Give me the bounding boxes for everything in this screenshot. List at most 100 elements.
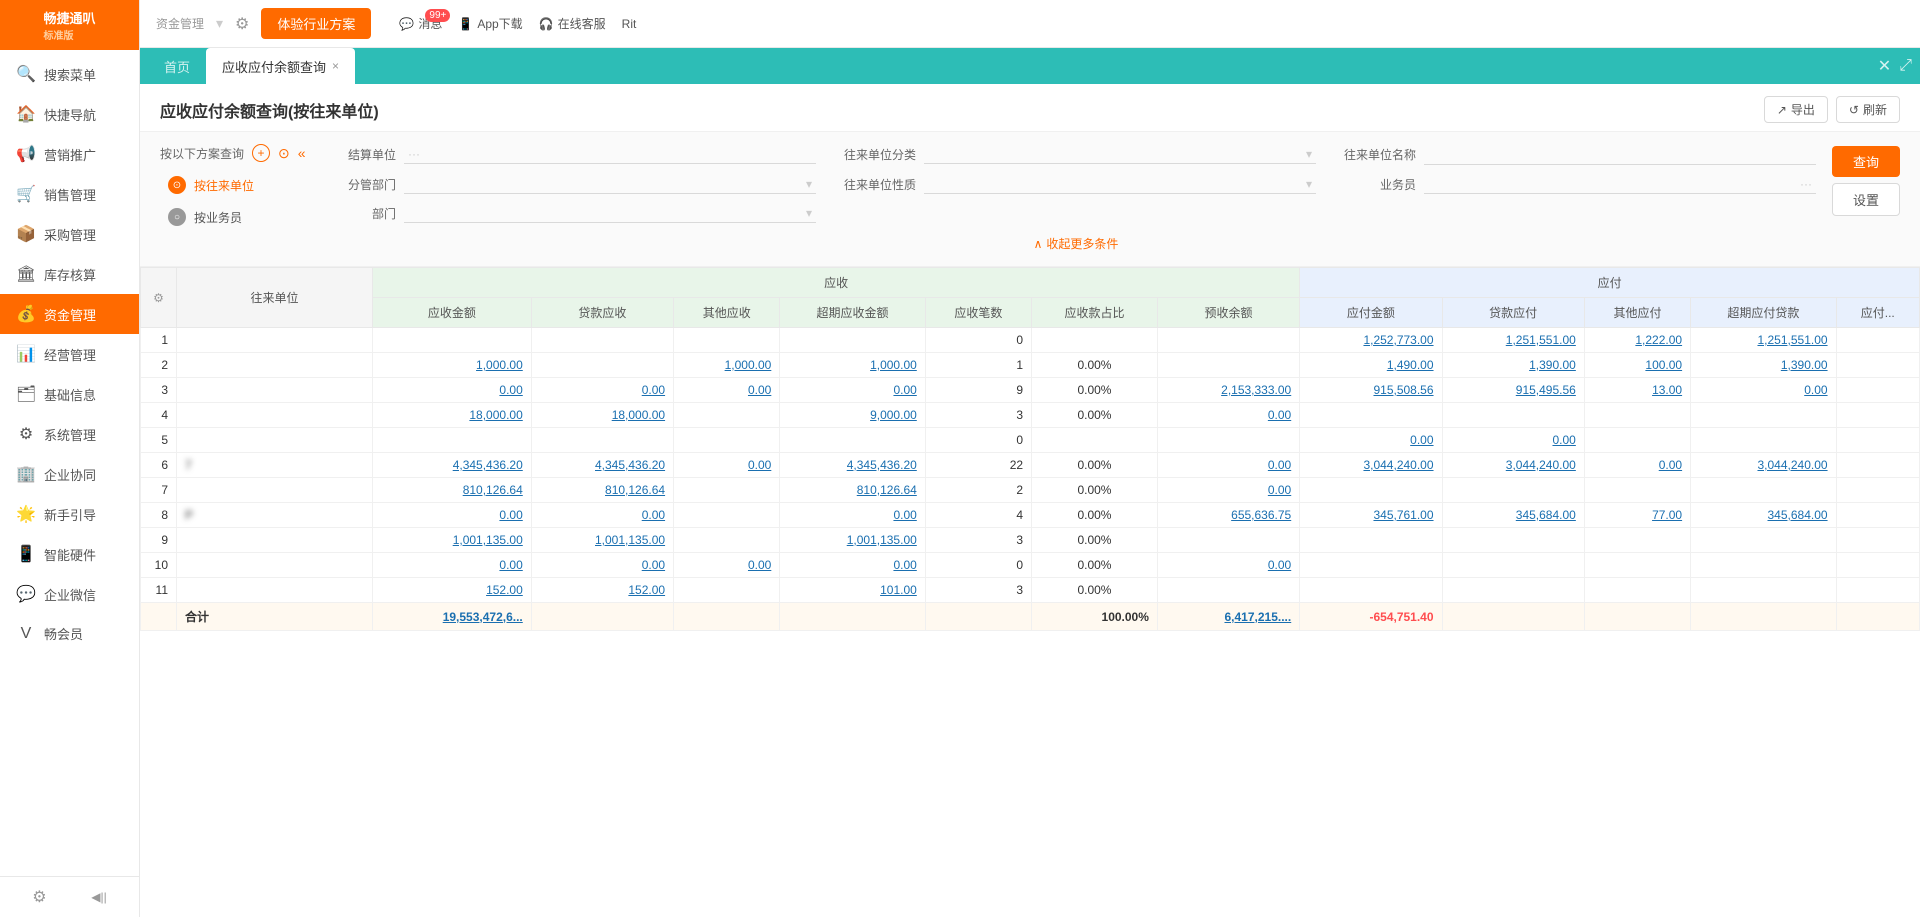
topbar-app-download[interactable]: 📱 App下载 — [458, 15, 522, 32]
table-cell[interactable]: 345,684.00 — [1442, 503, 1584, 528]
table-cell[interactable]: 0.00 — [1584, 453, 1690, 478]
table-cell[interactable]: 152.00 — [531, 578, 673, 603]
topbar-dropdown-icon[interactable]: ▾ — [216, 15, 223, 32]
table-cell[interactable]: 0.00 — [1157, 553, 1299, 578]
table-cell[interactable]: 9,000.00 — [780, 403, 925, 428]
sidebar-item-sales[interactable]: 🛒销售管理 — [0, 174, 139, 214]
table-cell[interactable]: 0.00 — [780, 378, 925, 403]
table-cell[interactable]: 18,000.00 — [373, 403, 532, 428]
table-cell[interactable]: 1,222.00 — [1584, 328, 1690, 353]
sidebar-item-wechat[interactable]: 💬企业微信 — [0, 574, 139, 614]
table-cell[interactable]: 1,390.00 — [1442, 353, 1584, 378]
table-cell[interactable]: 0.00 — [780, 503, 925, 528]
table-cell[interactable]: 101.00 — [780, 578, 925, 603]
footer-cell[interactable]: 100.00% — [1032, 603, 1158, 631]
sidebar-item-inventory[interactable]: 🏛库存核算 — [0, 254, 139, 294]
table-cell[interactable]: 0.00 — [1157, 403, 1299, 428]
table-cell[interactable]: 0.00 — [1157, 453, 1299, 478]
tab-query-close[interactable]: × — [332, 59, 339, 73]
table-cell[interactable]: 810,126.64 — [780, 478, 925, 503]
table-cell[interactable]: 0.00 — [1157, 478, 1299, 503]
sidebar-item-marketing[interactable]: 📢营销推广 — [0, 134, 139, 174]
topbar-user[interactable]: Rit — [622, 17, 637, 31]
filter-nature-input[interactable]: ▾ — [924, 175, 1316, 194]
tabbar-expand-icon[interactable]: ⤢ — [1899, 57, 1912, 75]
filter-dept-input[interactable]: ▾ — [404, 175, 816, 194]
sidebar-item-search[interactable]: 🔍搜索菜单 — [0, 54, 139, 94]
refresh-button[interactable]: ↺ 刷新 — [1836, 96, 1900, 123]
settings-button[interactable]: 设置 — [1832, 183, 1900, 216]
filter-collapse-icon[interactable]: « — [298, 145, 306, 161]
query-type-by-staff[interactable]: ○ 按业务员 — [160, 204, 320, 230]
sidebar-item-member[interactable]: V畅会员 — [0, 614, 139, 653]
table-cell[interactable]: 1,390.00 — [1691, 353, 1836, 378]
filter-salesperson-input[interactable]: ··· — [1424, 175, 1816, 194]
table-cell[interactable]: 1,251,551.00 — [1442, 328, 1584, 353]
tabbar-close-icon[interactable]: ✕ — [1878, 56, 1891, 76]
sidebar-item-system[interactable]: ⚙系统管理 — [0, 414, 139, 454]
table-cell[interactable]: 915,508.56 — [1300, 378, 1442, 403]
sidebar-item-hardware[interactable]: 📱智能硬件 — [0, 534, 139, 574]
table-cell[interactable]: 1,251,551.00 — [1691, 328, 1836, 353]
table-cell[interactable]: 0.00 — [373, 553, 532, 578]
table-cell[interactable]: 1,000.00 — [780, 353, 925, 378]
table-cell[interactable]: 1,001,135.00 — [531, 528, 673, 553]
table-cell[interactable]: 4,345,436.20 — [531, 453, 673, 478]
table-cell[interactable]: 3,044,240.00 — [1300, 453, 1442, 478]
th-settings[interactable]: ⚙ — [141, 268, 177, 328]
table-cell[interactable]: 345,761.00 — [1300, 503, 1442, 528]
topbar-service[interactable]: 🎧 在线客服 — [539, 15, 606, 32]
filter-category-input[interactable]: ▾ — [924, 145, 1316, 164]
sidebar-item-basic[interactable]: 🗂基础信息 — [0, 374, 139, 414]
table-cell[interactable]: 2,153,333.00 — [1157, 378, 1299, 403]
sidebar-item-guide[interactable]: 🌟新手引导 — [0, 494, 139, 534]
filter-scheme-setting-icon[interactable]: ⊙ — [278, 145, 290, 162]
table-cell[interactable]: 100.00 — [1584, 353, 1690, 378]
table-cell[interactable]: 655,636.75 — [1157, 503, 1299, 528]
query-button[interactable]: 查询 — [1832, 146, 1900, 177]
query-type-by-partner[interactable]: ⊙ 按往来单位 — [160, 172, 320, 198]
table-cell[interactable]: 0.00 — [531, 503, 673, 528]
table-cell[interactable]: 3,044,240.00 — [1691, 453, 1836, 478]
table-cell[interactable]: 810,126.64 — [531, 478, 673, 503]
table-cell[interactable]: 1,000.00 — [674, 353, 780, 378]
table-cell[interactable]: 3,044,240.00 — [1442, 453, 1584, 478]
table-cell[interactable]: 0.00 — [531, 378, 673, 403]
topbar-notice[interactable]: 💬 消息 99+ — [399, 15, 442, 32]
footer-cell[interactable]: 19,553,472,6... — [373, 603, 532, 631]
sidebar-settings-icon[interactable]: ⚙ — [32, 887, 46, 907]
table-cell[interactable]: 4,345,436.20 — [780, 453, 925, 478]
filter-name-input[interactable] — [1424, 144, 1816, 165]
table-cell[interactable]: 1,490.00 — [1300, 353, 1442, 378]
table-cell[interactable]: 18,000.00 — [531, 403, 673, 428]
tab-query[interactable]: 应收应付余额查询× — [206, 48, 355, 84]
table-cell[interactable]: 1,001,135.00 — [780, 528, 925, 553]
filter-collapse-more[interactable]: ∧ 收起更多条件 — [336, 233, 1816, 254]
table-cell[interactable]: 0.00 — [674, 378, 780, 403]
table-cell[interactable]: 0.00 — [1442, 428, 1584, 453]
table-gear-icon[interactable]: ⚙ — [153, 291, 164, 305]
industry-button[interactable]: 体验行业方案 — [261, 8, 371, 39]
table-cell[interactable]: 152.00 — [373, 578, 532, 603]
export-button[interactable]: ↗ 导出 — [1764, 96, 1828, 123]
table-cell[interactable]: 0.00 — [373, 378, 532, 403]
sidebar-item-operations[interactable]: 📊经营管理 — [0, 334, 139, 374]
table-cell[interactable]: 915,495.56 — [1442, 378, 1584, 403]
table-cell[interactable]: 345,684.00 — [1691, 503, 1836, 528]
table-cell[interactable]: 4,345,436.20 — [373, 453, 532, 478]
topbar-gear-icon[interactable]: ⚙ — [235, 14, 249, 34]
sidebar-item-enterprise[interactable]: 🏢企业协同 — [0, 454, 139, 494]
table-cell[interactable]: 0.00 — [674, 553, 780, 578]
sidebar-item-finance[interactable]: 💰资金管理 — [0, 294, 139, 334]
filter-settlement-input[interactable]: ··· — [404, 145, 816, 164]
table-cell[interactable]: 0.00 — [1300, 428, 1442, 453]
table-cell[interactable]: 1,252,773.00 — [1300, 328, 1442, 353]
table-cell[interactable]: 77.00 — [1584, 503, 1690, 528]
table-cell[interactable]: 0.00 — [531, 553, 673, 578]
sidebar-item-purchase[interactable]: 📦采购管理 — [0, 214, 139, 254]
tab-home[interactable]: 首页 — [148, 48, 206, 84]
sidebar-item-quicknav[interactable]: 🏠快捷导航 — [0, 94, 139, 134]
table-cell[interactable]: 810,126.64 — [373, 478, 532, 503]
table-cell[interactable]: 0.00 — [674, 453, 780, 478]
table-cell[interactable]: 13.00 — [1584, 378, 1690, 403]
